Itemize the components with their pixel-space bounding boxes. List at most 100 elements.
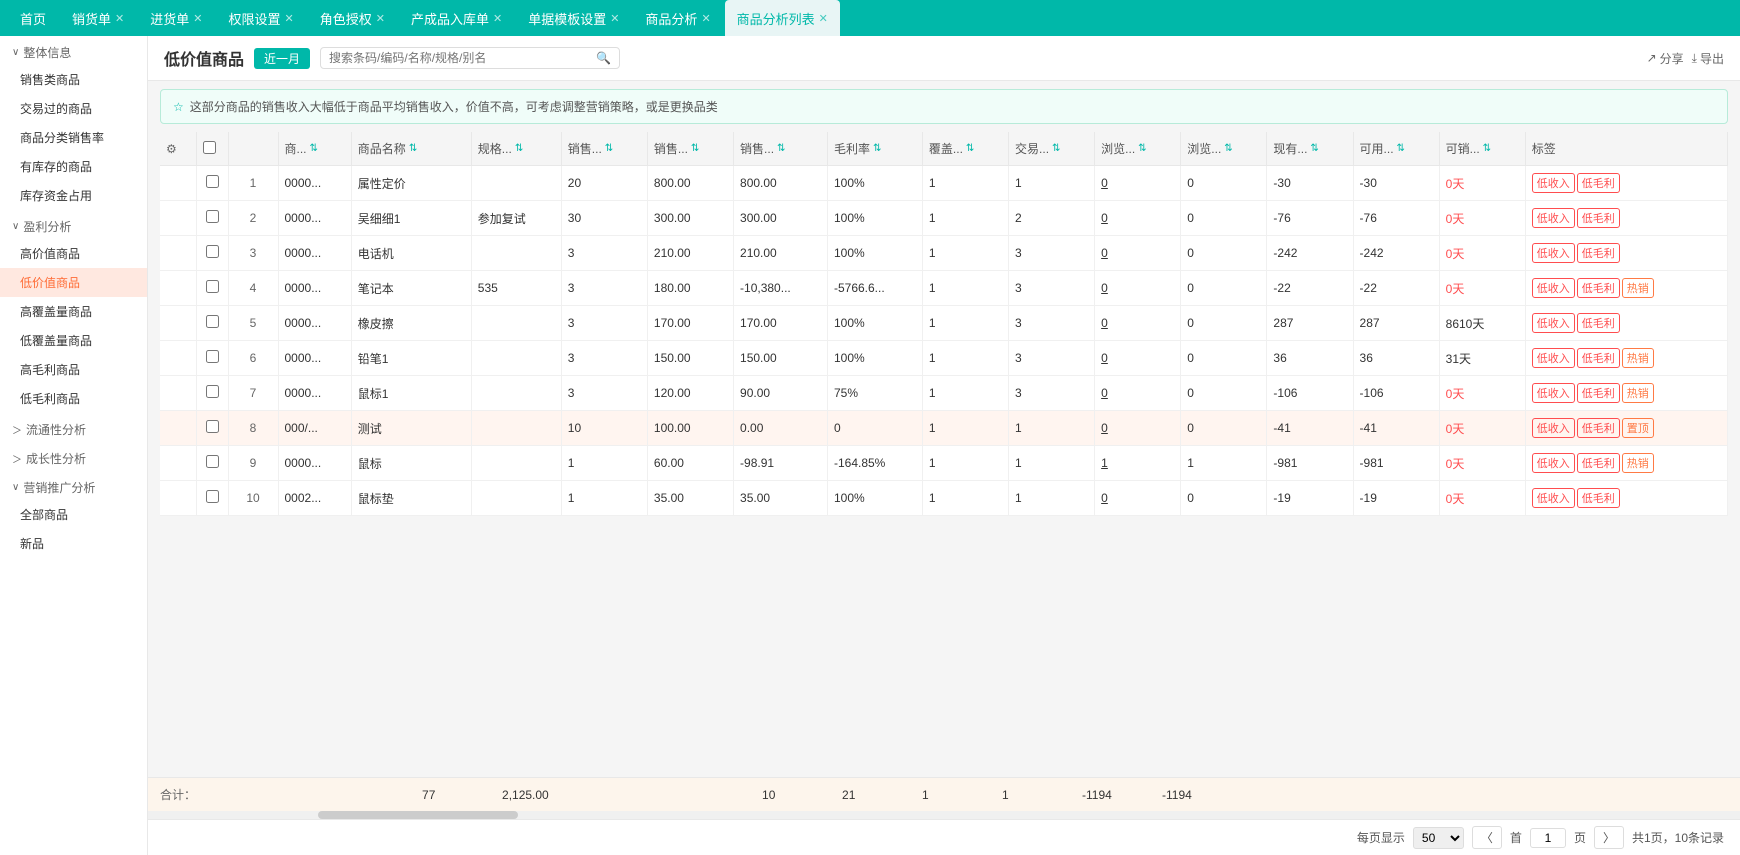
sidebar-section-marketing[interactable]: ∨ 营销推广分析 xyxy=(0,471,147,500)
col-days[interactable]: 可销...⇅ xyxy=(1439,132,1525,166)
row-name: 橡皮擦 xyxy=(351,306,471,341)
nav-permissions[interactable]: 权限设置 ✕ xyxy=(216,0,305,36)
sidebar-item-traded[interactable]: 交易过的商品 xyxy=(0,94,147,123)
row-view1-link[interactable]: 0 xyxy=(1101,491,1108,505)
nav-product-analysis-list[interactable]: 商品分析列表 ✕ xyxy=(725,0,840,36)
col-coverage[interactable]: 覆盖...⇅ xyxy=(922,132,1008,166)
search-icon[interactable]: 🔍 xyxy=(596,51,611,65)
row-checkbox-0[interactable] xyxy=(206,175,219,188)
col-settings[interactable]: ⚙ xyxy=(160,132,196,166)
scrollbar-thumb[interactable] xyxy=(318,811,518,819)
nav-template[interactable]: 单据模板设置 ✕ xyxy=(516,0,631,36)
sidebar-item-in-stock[interactable]: 有库存的商品 xyxy=(0,152,147,181)
row-view1-link[interactable]: 1 xyxy=(1101,456,1108,470)
row-checkbox-4[interactable] xyxy=(206,315,219,328)
row-view1-link[interactable]: 0 xyxy=(1101,316,1108,330)
row-view1-link[interactable]: 0 xyxy=(1101,211,1108,225)
nav-purchase[interactable]: 进货单 ✕ xyxy=(138,0,214,36)
scrollbar-area[interactable] xyxy=(148,811,1740,819)
sidebar-item-stock-value[interactable]: 库存资金占用 xyxy=(0,181,147,210)
nav-template-close[interactable]: ✕ xyxy=(610,12,619,25)
sidebar-section-overall[interactable]: ∨ 整体信息 xyxy=(0,36,147,65)
row-view1-link[interactable]: 0 xyxy=(1101,351,1108,365)
row-trade: 1 xyxy=(1009,411,1095,446)
sidebar-item-category-rate[interactable]: 商品分类销售率 xyxy=(0,123,147,152)
row-checkbox-8[interactable] xyxy=(206,455,219,468)
sidebar-item-sales-category[interactable]: 销售类商品 xyxy=(0,65,147,94)
nav-product-close[interactable]: ✕ xyxy=(493,12,502,25)
row-view1-link[interactable]: 0 xyxy=(1101,246,1108,260)
col-sale1[interactable]: 销售...⇅ xyxy=(561,132,647,166)
row-view1-link[interactable]: 0 xyxy=(1101,386,1108,400)
nav-sales[interactable]: 销货单 ✕ xyxy=(60,0,136,36)
nav-product-analysis[interactable]: 商品分析 ✕ xyxy=(633,0,722,36)
tag-热销: 热销 xyxy=(1622,453,1654,473)
search-input[interactable] xyxy=(329,51,592,65)
row-checkbox-9[interactable] xyxy=(206,490,219,503)
sidebar-item-low-value[interactable]: 低价值商品 xyxy=(0,268,147,297)
row-num: 4 xyxy=(228,271,278,306)
row-checkbox-6[interactable] xyxy=(206,385,219,398)
row-code: 0000... xyxy=(278,201,351,236)
row-stock: 36 xyxy=(1267,341,1353,376)
row-sale1: 10 xyxy=(561,411,647,446)
row-gear xyxy=(160,446,196,481)
row-gear xyxy=(160,411,196,446)
row-code: 0002... xyxy=(278,481,351,516)
row-view1-link[interactable]: 0 xyxy=(1101,176,1108,190)
row-checkbox-3[interactable] xyxy=(206,280,219,293)
row-name: 电话机 xyxy=(351,236,471,271)
row-spec: 535 xyxy=(471,271,561,306)
col-view1[interactable]: 浏览...⇅ xyxy=(1095,132,1181,166)
select-all-checkbox[interactable] xyxy=(203,141,216,154)
col-margin[interactable]: 毛利率⇅ xyxy=(827,132,922,166)
col-stock[interactable]: 现有...⇅ xyxy=(1267,132,1353,166)
tag-热销: 热销 xyxy=(1622,348,1654,368)
next-page-button[interactable]: 〉 xyxy=(1594,826,1624,849)
row-checkbox-1[interactable] xyxy=(206,210,219,223)
share-button[interactable]: ↗ 分享 xyxy=(1647,50,1684,67)
sidebar-item-low-coverage[interactable]: 低覆盖量商品 xyxy=(0,326,147,355)
sidebar-item-high-coverage[interactable]: 高覆盖量商品 xyxy=(0,297,147,326)
nav-role-close[interactable]: ✕ xyxy=(376,12,385,25)
nav-permissions-close[interactable]: ✕ xyxy=(285,12,294,25)
current-page-input[interactable] xyxy=(1530,828,1566,848)
row-checkbox-2[interactable] xyxy=(206,245,219,258)
sidebar-section-flow[interactable]: ＞ 流通性分析 xyxy=(0,413,147,442)
row-view1-link[interactable]: 0 xyxy=(1101,281,1108,295)
row-view1-link[interactable]: 0 xyxy=(1101,421,1108,435)
sidebar-item-high-value[interactable]: 高价值商品 xyxy=(0,239,147,268)
nav-product-entry[interactable]: 产成品入库单 ✕ xyxy=(399,0,514,36)
nav-role-auth[interactable]: 角色授权 ✕ xyxy=(308,0,397,36)
settings-icon[interactable]: ⚙ xyxy=(166,142,177,156)
nav-home[interactable]: 首页 xyxy=(8,0,58,36)
sidebar-item-all-products[interactable]: 全部商品 xyxy=(0,500,147,529)
nav-purchase-close[interactable]: ✕ xyxy=(193,12,202,25)
nav-analysis-close[interactable]: ✕ xyxy=(701,12,710,25)
row-checkbox-7[interactable] xyxy=(206,420,219,433)
col-trade[interactable]: 交易...⇅ xyxy=(1009,132,1095,166)
col-view2[interactable]: 浏览...⇅ xyxy=(1181,132,1267,166)
table-row: 2 0000... 吴细细1 参加复试 30 300.00 300.00 100… xyxy=(160,201,1728,236)
sidebar-item-new-products[interactable]: 新品 xyxy=(0,529,147,558)
sidebar-item-high-margin[interactable]: 高毛利商品 xyxy=(0,355,147,384)
col-sale3[interactable]: 销售...⇅ xyxy=(734,132,828,166)
nav-sales-close[interactable]: ✕ xyxy=(115,12,124,25)
row-coverage: 1 xyxy=(922,446,1008,481)
nav-list-close[interactable]: ✕ xyxy=(819,12,828,25)
sidebar-item-low-margin[interactable]: 低毛利商品 xyxy=(0,384,147,413)
col-avail[interactable]: 可用...⇅ xyxy=(1353,132,1439,166)
export-button[interactable]: ⤓ 导出 xyxy=(1692,50,1724,67)
sidebar-section-profit[interactable]: ∨ 盈利分析 xyxy=(0,210,147,239)
table-container[interactable]: ⚙ 商...⇅ 商品名称⇅ 规格...⇅ 销售...⇅ 销售...⇅ 销售...… xyxy=(148,132,1740,777)
col-product-name[interactable]: 商品名称⇅ xyxy=(351,132,471,166)
filter-button[interactable]: 近一月 xyxy=(254,48,310,69)
col-sale2[interactable]: 销售...⇅ xyxy=(647,132,733,166)
row-checkbox-5[interactable] xyxy=(206,350,219,363)
first-page-button[interactable]: 〈 xyxy=(1472,826,1502,849)
col-spec[interactable]: 规格...⇅ xyxy=(471,132,561,166)
per-page-select[interactable]: 50 100 200 xyxy=(1413,827,1464,849)
row-spec xyxy=(471,446,561,481)
sidebar-section-growth[interactable]: ＞ 成长性分析 xyxy=(0,442,147,471)
col-product-code[interactable]: 商...⇅ xyxy=(278,132,351,166)
